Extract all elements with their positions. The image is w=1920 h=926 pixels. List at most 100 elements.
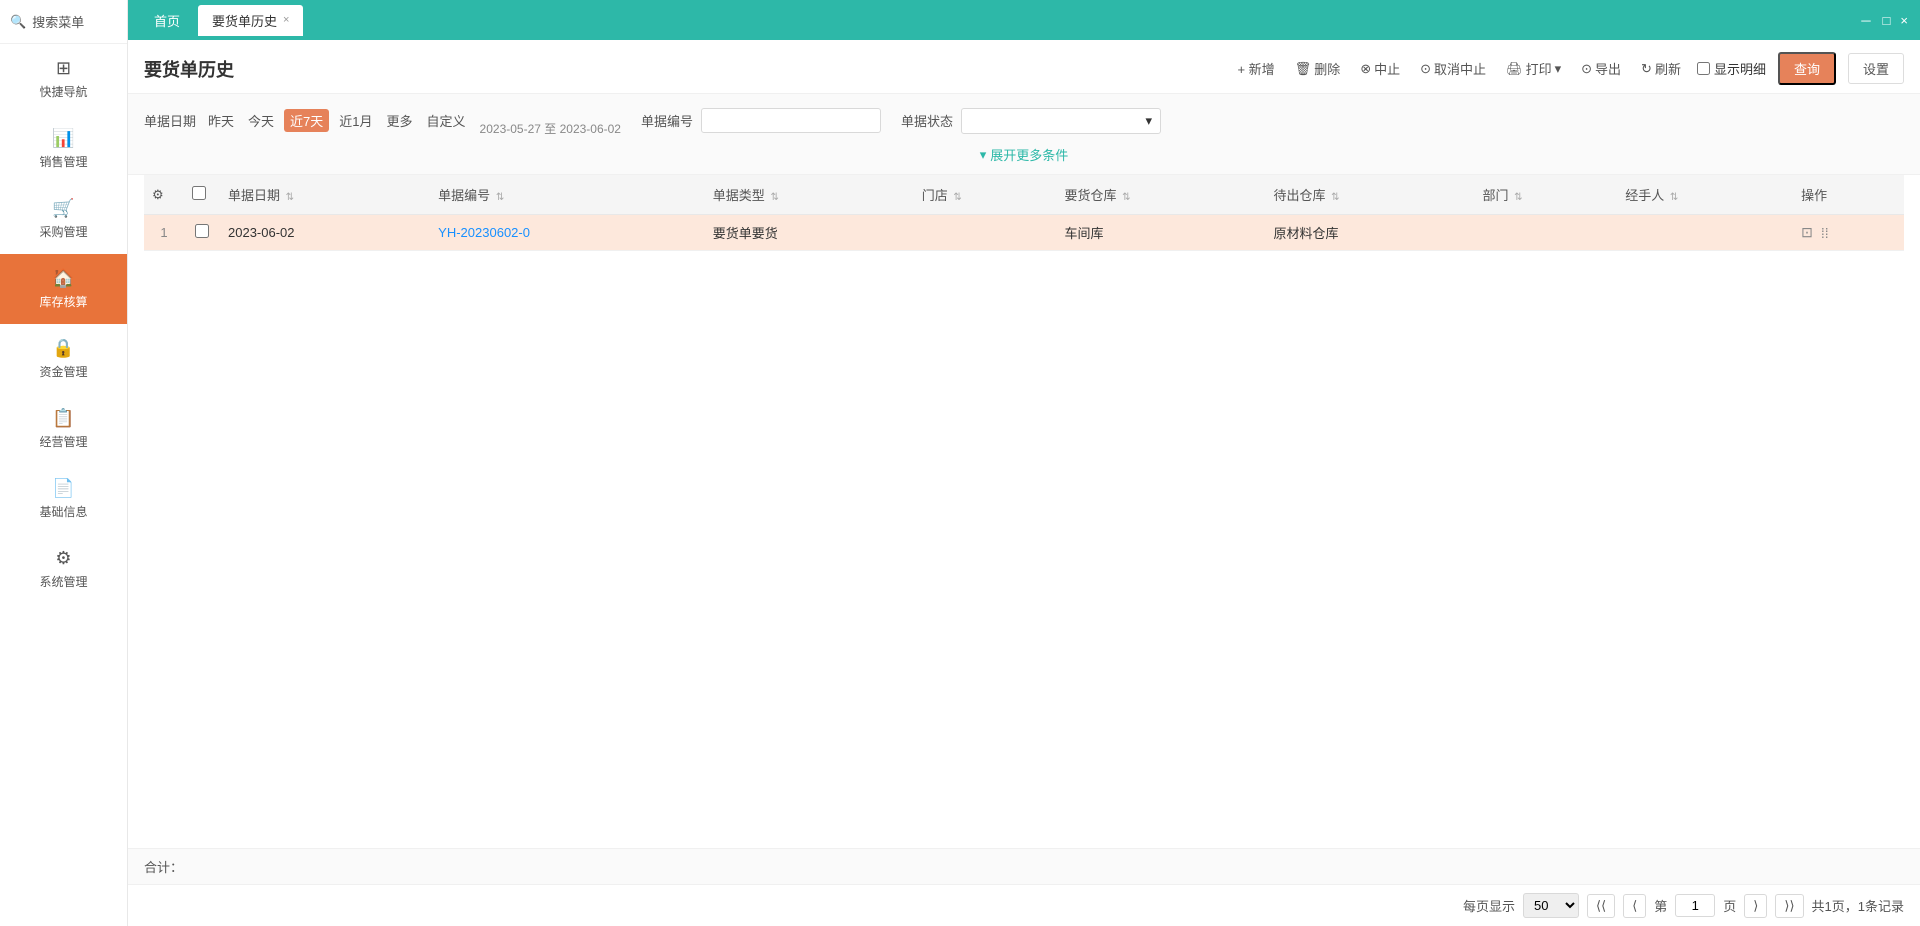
- sort-req-warehouse-icon[interactable]: ⇅: [1122, 192, 1130, 203]
- sidebar-item-operation[interactable]: 📋 经营管理: [0, 394, 127, 464]
- row-type: 要货单要货: [705, 215, 914, 251]
- bill-no-link[interactable]: YH-20230602-0: [438, 225, 530, 240]
- date-filter: 昨天 今天 近7天 近1月 更多 自定义: [204, 109, 470, 132]
- new-button[interactable]: + 新增: [1233, 57, 1278, 80]
- th-req-warehouse: 要货仓库 ⇅: [1057, 175, 1266, 215]
- total-info: 共1页，1条记录: [1812, 896, 1904, 915]
- pagination: 每页显示 50 20 100 200 ⟨⟨ ⟨ 第 页 ⟩ ⟩⟩ 共1页，1条记…: [128, 884, 1920, 926]
- sidebar-item-inventory[interactable]: 🏠 库存核算: [0, 254, 127, 324]
- status-label: 单据状态: [901, 111, 953, 130]
- per-page-label: 每页显示: [1463, 896, 1515, 915]
- more-action-icon[interactable]: ⁞⁞: [1821, 225, 1829, 241]
- sort-store-icon[interactable]: ⇅: [953, 192, 961, 203]
- sort-handler-icon[interactable]: ⇅: [1670, 192, 1678, 203]
- system-icon: ⚙: [55, 548, 71, 569]
- row-checkbox[interactable]: [195, 224, 209, 238]
- th-pending-warehouse: 待出仓库 ⇅: [1266, 175, 1475, 215]
- maximize-icon[interactable]: □: [1883, 13, 1891, 28]
- data-table: ⚙ 单据日期 ⇅ 单据编号 ⇅: [144, 175, 1904, 251]
- table-header-row: ⚙ 单据日期 ⇅ 单据编号 ⇅: [144, 175, 1904, 215]
- sort-pending-warehouse-icon[interactable]: ⇅: [1331, 192, 1339, 203]
- sidebar-item-finance[interactable]: 🔒 资金管理: [0, 324, 127, 394]
- select-all-checkbox[interactable]: [192, 186, 206, 200]
- sidebar-label: 采购管理: [39, 223, 87, 240]
- sort-date-icon[interactable]: ⇅: [286, 192, 294, 203]
- date-option-1month[interactable]: 近1月: [335, 109, 376, 132]
- table-row[interactable]: 1 2023-06-02 YH-20230602-0 要货单要货 车间库: [144, 215, 1904, 251]
- last-page-btn[interactable]: ⟩⟩: [1775, 894, 1803, 918]
- status-dropdown-icon: ▾: [1145, 113, 1152, 129]
- page-title: 要货单历史: [144, 56, 234, 82]
- date-option-more[interactable]: 更多: [383, 109, 417, 132]
- operation-icon: 📋: [52, 408, 74, 429]
- refresh-icon: ↻: [1641, 61, 1652, 77]
- row-checkbox-cell[interactable]: [184, 215, 220, 251]
- print-button[interactable]: 🖨 打印 ▾: [1502, 57, 1565, 80]
- show-detail-label[interactable]: 显示明细: [1697, 59, 1766, 78]
- row-actions: ⊡ ⁞⁞: [1793, 215, 1904, 251]
- search-menu[interactable]: 🔍 搜索菜单: [0, 0, 127, 44]
- th-store: 门店 ⇅: [914, 175, 1057, 215]
- search-label: 搜索菜单: [32, 12, 84, 31]
- date-option-today[interactable]: 今天: [244, 109, 278, 132]
- settings-col-header[interactable]: ⚙: [144, 175, 184, 215]
- cancel-stop-button[interactable]: ⊙ 取消中止: [1416, 57, 1490, 80]
- sidebar-label: 库存核算: [39, 293, 87, 310]
- th-actions: 操作: [1793, 175, 1904, 215]
- checkbox-col-header[interactable]: [184, 175, 220, 215]
- first-page-btn[interactable]: ⟨⟨: [1587, 894, 1615, 918]
- sort-department-icon[interactable]: ⇅: [1514, 192, 1522, 203]
- table-footer: 合计：: [128, 848, 1920, 884]
- query-button[interactable]: 查询: [1778, 52, 1836, 85]
- date-filter-item: 单据日期 昨天 今天 近7天 近1月 更多 自定义: [144, 109, 470, 132]
- sidebar-label: 经营管理: [39, 433, 87, 450]
- date-range-text: 2023-05-27 至 2023-06-02: [480, 120, 621, 137]
- print-dropdown-icon: ▾: [1555, 61, 1562, 77]
- sidebar-label: 系统管理: [39, 573, 87, 590]
- bill-no-filter-item: 单据编号: [641, 108, 881, 133]
- sort-no-icon[interactable]: ⇅: [496, 192, 504, 203]
- date-filter-label: 单据日期: [144, 111, 196, 130]
- tab-requisition-history[interactable]: 要货单历史 ×: [198, 5, 303, 36]
- sort-type-icon[interactable]: ⇅: [770, 192, 778, 203]
- delete-icon: 🗑: [1295, 61, 1312, 77]
- sidebar-item-purchase[interactable]: 🛒 采购管理: [0, 184, 127, 254]
- bill-no-input[interactable]: [701, 108, 881, 133]
- basic-icon: 📄: [52, 478, 74, 499]
- row-no[interactable]: YH-20230602-0: [430, 215, 705, 251]
- minimize-icon[interactable]: －: [1860, 11, 1873, 30]
- expand-more-btn[interactable]: ▾ 展开更多条件: [144, 145, 1904, 164]
- edit-action-icon[interactable]: ⊡: [1801, 224, 1813, 241]
- sidebar-label: 基础信息: [39, 503, 87, 520]
- purchase-icon: 🛒: [52, 198, 74, 219]
- delete-button[interactable]: 🗑 删除: [1291, 57, 1345, 80]
- row-index: 1: [144, 215, 184, 251]
- refresh-button[interactable]: ↻ 刷新: [1637, 57, 1685, 80]
- row-handler: [1617, 215, 1793, 251]
- page-input[interactable]: [1675, 894, 1715, 917]
- tab-home[interactable]: 首页: [140, 5, 194, 36]
- toolbar: + 新增 🗑 删除 ⊗ 中止 ⊙ 取消中止 🖨 打: [1233, 52, 1904, 85]
- close-tab-icon[interactable]: ×: [283, 14, 289, 26]
- sidebar-item-sales[interactable]: 📊 销售管理: [0, 114, 127, 184]
- row-store: [914, 215, 1057, 251]
- settings-button[interactable]: 设置: [1848, 53, 1904, 84]
- date-option-7days[interactable]: 近7天: [284, 109, 329, 132]
- next-page-btn[interactable]: ⟩: [1744, 894, 1767, 918]
- sidebar-label: 销售管理: [39, 153, 87, 170]
- per-page-select[interactable]: 50 20 100 200: [1523, 893, 1579, 918]
- sidebar-item-quick-nav[interactable]: ⊞ 快捷导航: [0, 44, 127, 114]
- show-detail-checkbox[interactable]: [1697, 62, 1710, 75]
- sidebar-item-basic[interactable]: 📄 基础信息: [0, 464, 127, 534]
- status-select[interactable]: ▾: [961, 108, 1161, 134]
- th-date: 单据日期 ⇅: [220, 175, 430, 215]
- prev-page-btn[interactable]: ⟨: [1623, 894, 1646, 918]
- cancel-stop-icon: ⊙: [1420, 61, 1431, 77]
- date-option-yesterday[interactable]: 昨天: [204, 109, 238, 132]
- expand-label: 展开更多条件: [990, 145, 1068, 164]
- stop-button[interactable]: ⊗ 中止: [1356, 57, 1404, 80]
- export-button[interactable]: ⊙ 导出: [1577, 57, 1625, 80]
- sidebar-item-system[interactable]: ⚙ 系统管理: [0, 534, 127, 604]
- close-window-icon[interactable]: ×: [1900, 13, 1908, 28]
- date-option-custom[interactable]: 自定义: [423, 109, 470, 132]
